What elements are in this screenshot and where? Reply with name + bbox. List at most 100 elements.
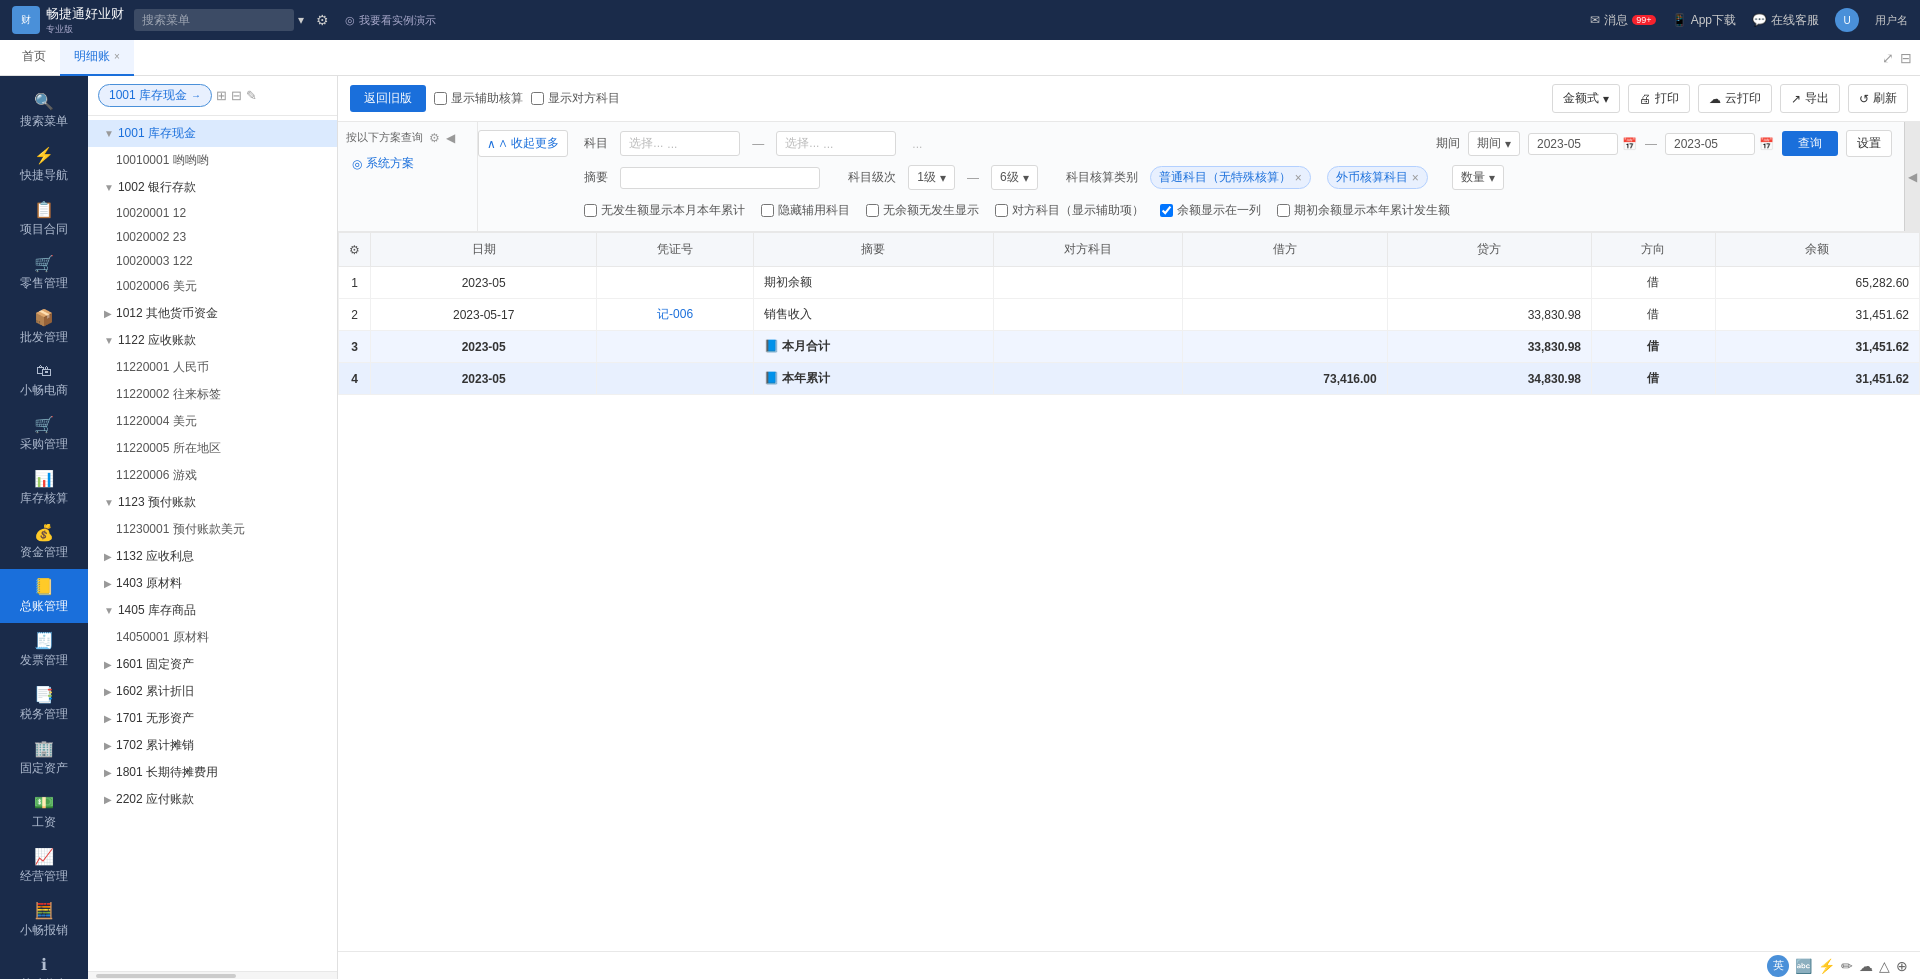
account-item-1012[interactable]: ▶ 1012 其他货币资金 xyxy=(88,300,337,327)
account-item-2202[interactable]: ▶ 2202 应付账款 xyxy=(88,786,337,813)
tab-home[interactable]: 首页 xyxy=(8,40,60,76)
settings-icon[interactable]: ⚙ xyxy=(316,12,329,28)
account-item-11230001[interactable]: 11230001 预付账款美元 xyxy=(88,516,337,543)
subject-start-select[interactable]: 选择... ... xyxy=(620,131,740,156)
tab-close-icon[interactable]: × xyxy=(114,51,120,62)
account-item-1405[interactable]: ▼ 1405 库存商品 xyxy=(88,597,337,624)
sidebar-item-basicinfo[interactable]: ℹ 基础信息 xyxy=(0,947,88,979)
scheme-item-system[interactable]: ◎ 系统方案 xyxy=(346,151,469,176)
check-counter-subject[interactable]: 对方科目（显示辅助项） xyxy=(995,202,1144,219)
check-hide-aux[interactable]: 隐藏辅用科目 xyxy=(761,202,850,219)
account-item-1602[interactable]: ▶ 1602 累计折旧 xyxy=(88,678,337,705)
return-old-version-button[interactable]: 返回旧版 xyxy=(350,85,426,112)
level-start-select[interactable]: 1级 ▾ xyxy=(908,165,955,190)
query-button[interactable]: 查询 xyxy=(1782,131,1838,156)
account-item-1122[interactable]: ▼ 1122 应收账款 xyxy=(88,327,337,354)
period-end-cal-icon[interactable]: 📅 xyxy=(1759,137,1774,151)
account-item-1001[interactable]: ▼ 1001 库存现金 xyxy=(88,120,337,147)
sidebar-item-retail[interactable]: 🛒 零售管理 xyxy=(0,246,88,300)
account-item-10020006[interactable]: 10020006 美元 xyxy=(88,273,337,300)
sidebar-item-search[interactable]: 🔍 搜索菜单 xyxy=(0,84,88,138)
format-button[interactable]: 金额式 ▾ xyxy=(1552,84,1620,113)
account-item-1002[interactable]: ▼ 1002 银行存款 xyxy=(88,174,337,201)
account-item-10020003[interactable]: 10020003 122 xyxy=(88,249,337,273)
account-item-1132[interactable]: ▶ 1132 应收利息 xyxy=(88,543,337,570)
sidebar-item-payroll[interactable]: 💵 工资 xyxy=(0,785,88,839)
sidebar-item-ecommerce[interactable]: 🛍 小畅电商 xyxy=(0,354,88,407)
sidebar-item-operations[interactable]: 📈 经营管理 xyxy=(0,839,88,893)
check-no-occur[interactable]: 无发生额显示本月本年累计 xyxy=(584,202,745,219)
account-item-1601[interactable]: ▶ 1601 固定资产 xyxy=(88,651,337,678)
account-item-10010001[interactable]: 10010001 哟哟哟 xyxy=(88,147,337,174)
tab-expand-icon[interactable]: ⤢ xyxy=(1882,50,1894,66)
bottom-icon-4[interactable]: ☁ xyxy=(1859,958,1873,974)
refresh-button[interactable]: ↺ 刷新 xyxy=(1848,84,1908,113)
account-item-10020002[interactable]: 10020002 23 xyxy=(88,225,337,249)
bottom-icon-1[interactable]: 🔤 xyxy=(1795,958,1812,974)
category-tag-normal-close[interactable]: × xyxy=(1295,171,1302,185)
table-header-gear[interactable]: ⚙ xyxy=(339,233,371,267)
user-avatar[interactable]: U xyxy=(1835,8,1859,32)
sidebar-item-inventory[interactable]: 📊 库存核算 xyxy=(0,461,88,515)
quantity-select[interactable]: 数量 ▾ xyxy=(1452,165,1504,190)
bottom-icon-5[interactable]: △ xyxy=(1879,958,1890,974)
account-item-1701[interactable]: ▶ 1701 无形资产 xyxy=(88,705,337,732)
period-start-cal-icon[interactable]: 📅 xyxy=(1622,137,1637,151)
sidebar-item-finance[interactable]: 💰 资金管理 xyxy=(0,515,88,569)
sidebar-item-ledger[interactable]: 📒 总账管理 xyxy=(0,569,88,623)
data-table-container[interactable]: ⚙ 日期 凭证号 摘要 对方科目 借方 贷方 方向 余额 1 2023-05 xyxy=(338,232,1920,951)
settings-button[interactable]: 设置 xyxy=(1846,130,1892,157)
account-tag[interactable]: 1001 库存现金 → xyxy=(98,84,212,107)
right-collapse-button[interactable]: ◀ xyxy=(1904,122,1920,231)
account-item-14050001[interactable]: 14050001 原材料 xyxy=(88,624,337,651)
translate-button[interactable]: 英 xyxy=(1767,955,1789,977)
sidebar-item-tax[interactable]: 📑 税务管理 xyxy=(0,677,88,731)
account-item-11220001[interactable]: 11220001 人民币 xyxy=(88,354,337,381)
scheme-config-icon[interactable]: ⚙ xyxy=(429,131,440,145)
level-end-select[interactable]: 6级 ▾ xyxy=(991,165,1038,190)
summary-input[interactable] xyxy=(620,167,820,189)
sidebar-item-xcreport[interactable]: 🧮 小畅报销 xyxy=(0,893,88,947)
table-cell-voucher[interactable]: 记-006 xyxy=(597,299,754,331)
account-item-11220002[interactable]: 11220002 往来标签 xyxy=(88,381,337,408)
account-item-11220006[interactable]: 11220006 游戏 xyxy=(88,462,337,489)
account-item-1123[interactable]: ▼ 1123 预付账款 xyxy=(88,489,337,516)
account-edit-icon[interactable]: ✎ xyxy=(246,88,257,103)
demo-link[interactable]: ◎ 我要看实例演示 xyxy=(345,13,436,28)
check-no-balance[interactable]: 无余额无发生显示 xyxy=(866,202,979,219)
print-button[interactable]: 🖨 打印 xyxy=(1628,84,1690,113)
account-item-1702[interactable]: ▶ 1702 累计摊销 xyxy=(88,732,337,759)
category-tag-foreign-close[interactable]: × xyxy=(1412,171,1419,185)
sidebar-item-wholesale[interactable]: 📦 批发管理 xyxy=(0,300,88,354)
account-item-10020001[interactable]: 10020001 12 xyxy=(88,201,337,225)
account-item-1403[interactable]: ▶ 1403 原材料 xyxy=(88,570,337,597)
show-aux-checkbox[interactable]: 显示辅助核算 xyxy=(434,90,523,107)
account-item-1801[interactable]: ▶ 1801 长期待摊费用 xyxy=(88,759,337,786)
user-name[interactable]: 用户名 xyxy=(1875,13,1908,28)
bottom-icon-2[interactable]: ⚡ xyxy=(1818,958,1835,974)
account-item-11220005[interactable]: 11220005 所在地区 xyxy=(88,435,337,462)
sidebar-item-assets[interactable]: 🏢 固定资产 xyxy=(0,731,88,785)
export-button[interactable]: ↗ 导出 xyxy=(1780,84,1840,113)
period-type-select[interactable]: 期间 ▾ xyxy=(1468,131,1520,156)
bottom-icon-3[interactable]: ✏ xyxy=(1841,958,1853,974)
search-dropdown-icon[interactable]: ▾ xyxy=(298,13,304,27)
collapse-more-button[interactable]: ∧ ∧ 收起更多 xyxy=(478,130,568,157)
check-opening-balance[interactable]: 期初余额显示本年累计发生额 xyxy=(1277,202,1450,219)
sidebar-item-invoice[interactable]: 🧾 发票管理 xyxy=(0,623,88,677)
cloud-print-button[interactable]: ☁ 云打印 xyxy=(1698,84,1772,113)
app-download-button[interactable]: 📱 App下载 xyxy=(1672,12,1736,29)
tab-pin-icon[interactable]: ⊟ xyxy=(1900,50,1912,66)
period-start-input[interactable] xyxy=(1528,133,1618,155)
search-input[interactable] xyxy=(134,9,294,31)
check-balance-one-col[interactable]: 余额显示在一列 xyxy=(1160,202,1261,219)
voucher-link[interactable]: 记-006 xyxy=(657,307,693,321)
sidebar-item-project[interactable]: 📋 项目合同 xyxy=(0,192,88,246)
tab-ledger[interactable]: 明细账 × xyxy=(60,40,134,76)
sidebar-item-purchase[interactable]: 🛒 采购管理 xyxy=(0,407,88,461)
account-expand-icon[interactable]: ⊞ xyxy=(216,88,227,103)
online-service-button[interactable]: 💬 在线客服 xyxy=(1752,12,1819,29)
sidebar-item-quick-nav[interactable]: ⚡ 快捷导航 xyxy=(0,138,88,192)
scheme-collapse-icon[interactable]: ◀ xyxy=(446,131,455,145)
subject-end-select[interactable]: 选择... ... xyxy=(776,131,896,156)
